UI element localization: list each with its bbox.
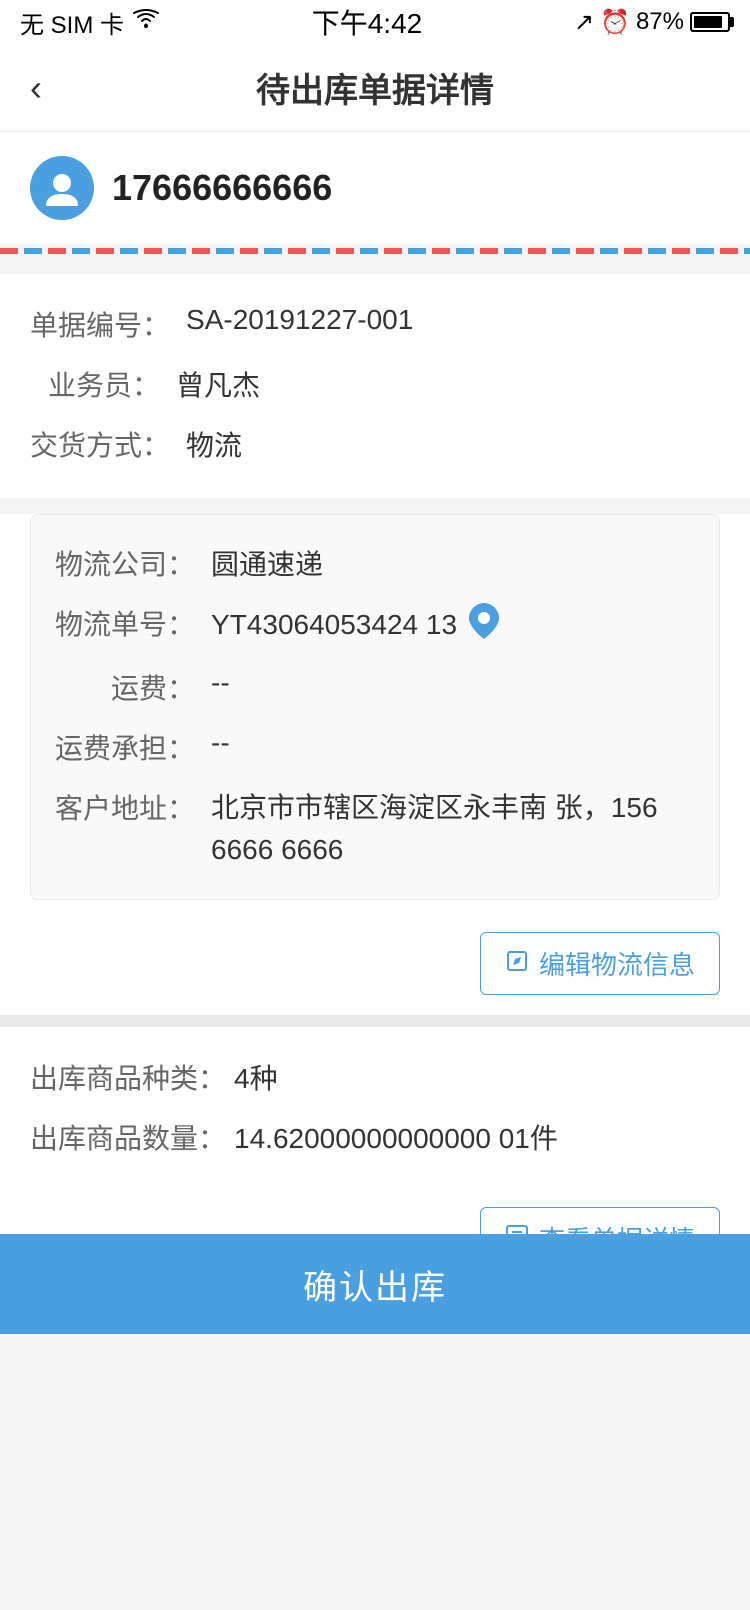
battery-icon: [690, 12, 730, 32]
goods-quantity-row: 出库商品数量： 14.62000000000000 01件: [30, 1107, 720, 1167]
delivery-label: 交货方式：: [30, 424, 170, 464]
address-row: 客户地址： 北京市市辖区海淀区永丰南 张，156 6666 6666: [55, 777, 695, 881]
freight-bear-row: 运费承担： --: [55, 717, 695, 777]
delivery-row: 交货方式： 物流: [30, 414, 720, 474]
logistics-section: 物流公司： 圆通速递 物流单号： YT43064053424 13 运费：: [0, 514, 750, 1015]
tracking-location-icon[interactable]: [469, 603, 499, 647]
nav-bar: ‹ 待出库单据详情: [0, 44, 750, 132]
address-label: 客户地址：: [55, 787, 195, 827]
status-time: 下午4:42: [312, 2, 423, 42]
wifi-icon: [132, 8, 160, 36]
confirm-bar[interactable]: 确认出库: [0, 1234, 750, 1334]
edit-icon: [505, 948, 529, 980]
goods-quantity-label: 出库商品数量：: [30, 1117, 226, 1157]
edit-logistics-label: 编辑物流信息: [539, 945, 695, 982]
goods-types-value: 4种: [234, 1057, 278, 1097]
avatar: [30, 156, 94, 220]
freight-value: --: [211, 667, 695, 699]
freight-label: 运费：: [55, 667, 195, 707]
freight-bear-value: --: [211, 727, 695, 759]
customer-phone: 17666666666: [112, 167, 332, 209]
edit-logistics-button[interactable]: 编辑物流信息: [480, 932, 720, 995]
customer-header: 17666666666: [0, 132, 750, 244]
dashed-divider: [0, 248, 750, 254]
logistics-company-label: 物流公司：: [55, 543, 195, 583]
goods-quantity-value: 14.62000000000000 01件: [234, 1117, 558, 1157]
page-title: 待出库单据详情: [256, 63, 494, 112]
status-right: ↗ ⏰ 87%: [574, 8, 730, 37]
logistics-company-value: 圆通速递: [211, 543, 695, 583]
salesman-label: 业务员：: [30, 364, 160, 404]
logistics-tracking-row: 物流单号： YT43064053424 13: [55, 593, 695, 657]
address-value: 北京市市辖区海淀区永丰南 张，156 6666 6666: [211, 787, 695, 871]
carrier-text: 无 SIM 卡: [20, 5, 124, 40]
status-left: 无 SIM 卡: [20, 5, 160, 40]
confirm-button-label: 确认出库: [303, 1260, 447, 1309]
salesman-row: 业务员： 曾凡杰: [30, 354, 720, 414]
document-info-section: 单据编号： SA-20191227-001 业务员： 曾凡杰 交货方式： 物流: [0, 274, 750, 498]
status-bar: 无 SIM 卡 下午4:42 ↗ ⏰ 87%: [0, 0, 750, 44]
section-separator-1: [0, 1015, 750, 1027]
logistics-card: 物流公司： 圆通速递 物流单号： YT43064053424 13 运费：: [30, 514, 720, 900]
logistics-tracking-value: YT43064053424 13: [211, 603, 695, 647]
goods-types-label: 出库商品种类：: [30, 1057, 226, 1097]
main-content: 17666666666 单据编号： SA-20191227-001 业务员： 曾…: [0, 132, 750, 1610]
user-icon: [42, 168, 82, 208]
freight-bear-label: 运费承担：: [55, 727, 195, 767]
alarm-icon: ⏰: [600, 8, 630, 37]
salesman-value: 曾凡杰: [176, 364, 720, 404]
freight-row: 运费： --: [55, 657, 695, 717]
logistics-company-row: 物流公司： 圆通速递: [55, 533, 695, 593]
goods-section: 出库商品种类： 4种 出库商品数量： 14.62000000000000 01件: [0, 1027, 750, 1191]
document-number-row: 单据编号： SA-20191227-001: [30, 294, 720, 354]
document-number-label: 单据编号：: [30, 304, 170, 344]
document-number-value: SA-20191227-001: [186, 304, 720, 336]
back-button[interactable]: ‹: [30, 67, 42, 109]
delivery-value: 物流: [186, 424, 720, 464]
logistics-tracking-label: 物流单号：: [55, 603, 195, 643]
edit-btn-row: 编辑物流信息: [0, 916, 750, 1015]
location-status-icon: ↗: [574, 8, 594, 37]
battery-percent: 87%: [636, 8, 684, 36]
goods-types-row: 出库商品种类： 4种: [30, 1047, 720, 1107]
